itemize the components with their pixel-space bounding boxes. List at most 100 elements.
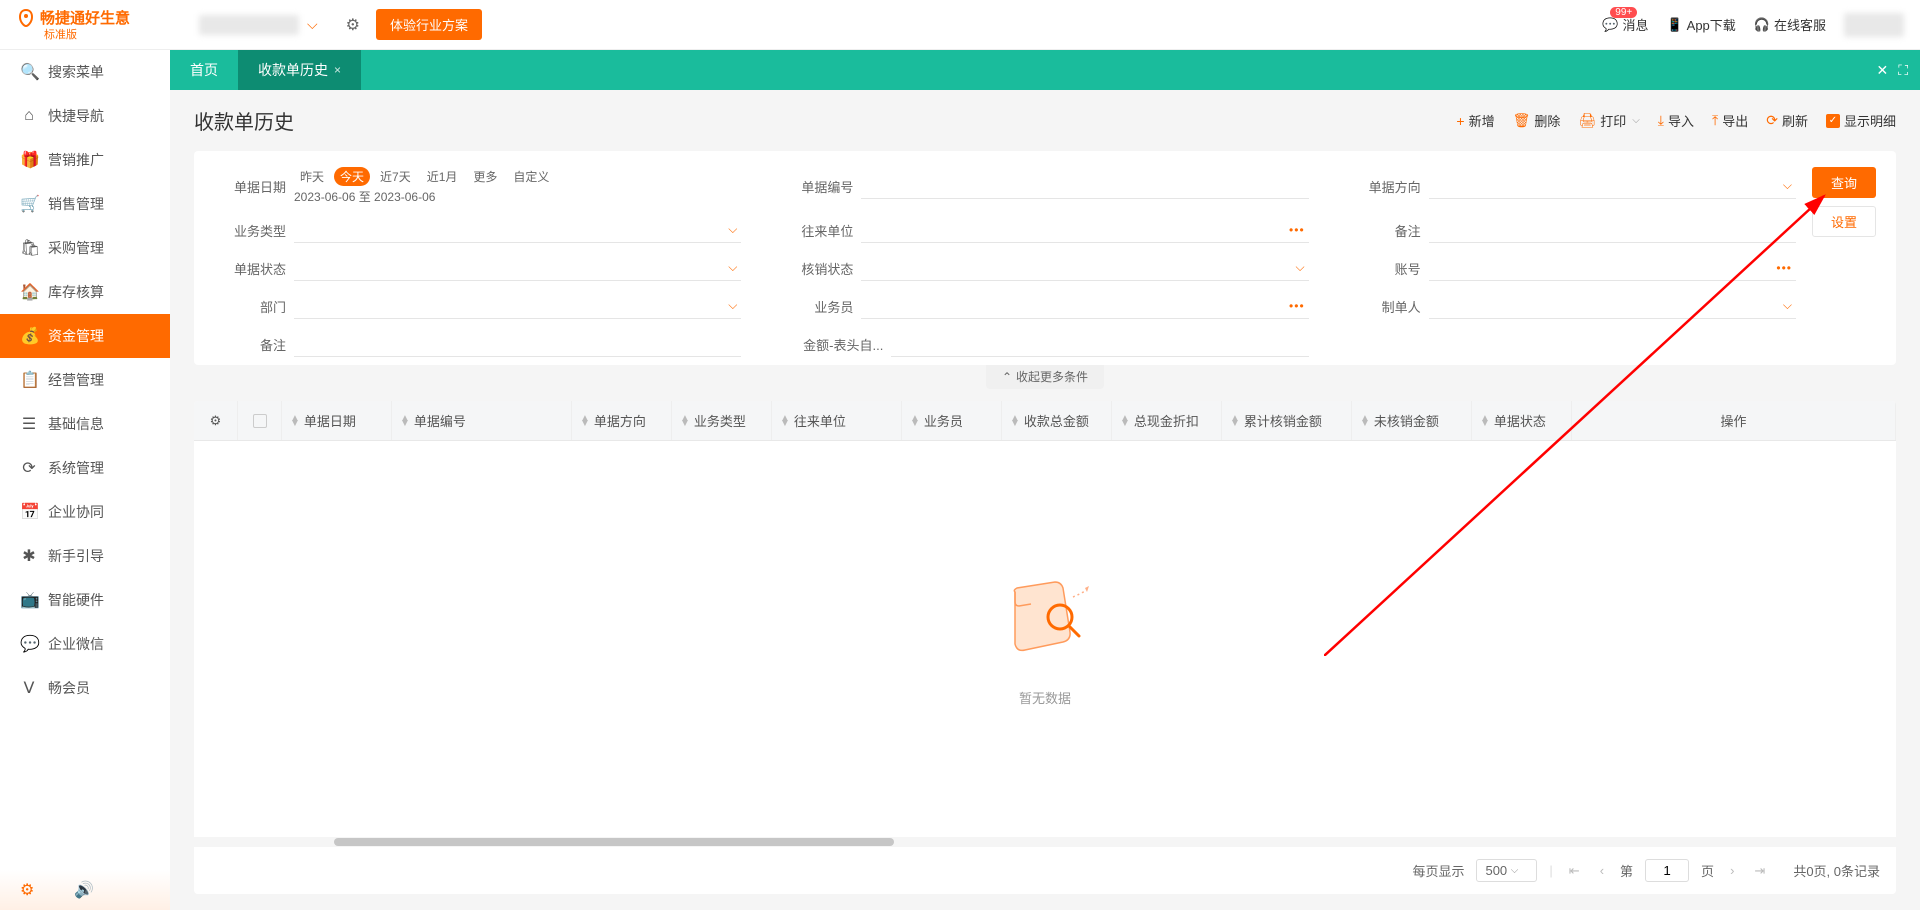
tab-0[interactable]: 首页 [170, 50, 238, 90]
prev-page-button[interactable]: ‹ [1596, 863, 1608, 878]
empty-icon [985, 572, 1105, 672]
chevron-down-icon[interactable]: ⌵ [1296, 260, 1305, 275]
col-whx-amount[interactable]: ▲▼未核销金额 [1352, 401, 1472, 440]
sidebar-item-label: 采购管理 [48, 238, 104, 258]
filter-partner-input[interactable] [861, 218, 1308, 241]
col-status[interactable]: ▲▼单据状态 [1472, 401, 1572, 440]
chevron-down-icon[interactable]: ⌵ [1783, 298, 1792, 313]
sidebar-item-13[interactable]: 💬企业微信 [0, 622, 170, 666]
user-avatar[interactable] [1844, 13, 1904, 37]
company-selector[interactable]: ⌵ [191, 11, 326, 39]
sidebar-icon: ⟳ [20, 458, 38, 478]
date-chip-0[interactable]: 昨天 [294, 167, 330, 186]
per-page-select[interactable]: 500 ⌵ [1476, 859, 1537, 882]
col-partner[interactable]: ▲▼往来单位 [772, 401, 902, 440]
export-button[interactable]: ⤒导出 [1712, 111, 1748, 130]
col-discount[interactable]: ▲▼总现金折扣 [1112, 401, 1222, 440]
filter-hx-status-input[interactable] [861, 256, 1308, 279]
sidebar-item-label: 基础信息 [48, 414, 104, 434]
filter-dept-input[interactable] [294, 294, 741, 317]
message-button[interactable]: 💬 消息 99+ [1602, 15, 1648, 34]
last-page-button[interactable]: ⇥ [1750, 863, 1769, 879]
sidebar-item-8[interactable]: ☰基础信息 [0, 402, 170, 446]
import-label: 导入 [1668, 111, 1694, 130]
speaker-icon[interactable]: 🔊 [74, 880, 94, 900]
more-icon[interactable]: ••• [1289, 223, 1305, 237]
sidebar-item-5[interactable]: 🏠库存核算 [0, 270, 170, 314]
filter-doc-no-input[interactable] [861, 174, 1308, 197]
more-icon[interactable]: ••• [1289, 299, 1305, 313]
col-ywy[interactable]: ▲▼业务员 [902, 401, 1002, 440]
trial-button[interactable]: 体验行业方案 [376, 9, 482, 40]
sidebar-item-4[interactable]: 🛍采购管理 [0, 226, 170, 270]
table-settings-column[interactable]: ⚙ [194, 401, 238, 440]
col-hx-amount[interactable]: ▲▼累计核销金额 [1222, 401, 1352, 440]
filter-ywy-input[interactable] [861, 294, 1308, 317]
filter-doc-dir-input[interactable] [1429, 174, 1796, 197]
chevron-down-icon[interactable]: ⌵ [728, 298, 737, 313]
col-type[interactable]: ▲▼业务类型 [672, 401, 772, 440]
settings-button[interactable]: 设置 [1812, 206, 1876, 237]
chevron-down-icon[interactable]: ⌵ [728, 260, 737, 275]
search-button[interactable]: 查询 [1812, 167, 1876, 198]
next-page-button[interactable]: › [1726, 863, 1738, 878]
print-button[interactable]: 🖨打印⌵ [1578, 111, 1639, 130]
filter-remark-input[interactable] [1429, 218, 1796, 241]
col-date[interactable]: ▲▼单据日期 [282, 401, 392, 440]
chevron-down-icon[interactable]: ⌵ [1783, 178, 1792, 193]
filter-doc-status-input[interactable] [294, 256, 741, 279]
col-dir[interactable]: ▲▼单据方向 [572, 401, 672, 440]
date-chip-3[interactable]: 近1月 [421, 167, 464, 186]
sidebar-item-12[interactable]: 📺智能硬件 [0, 578, 170, 622]
sidebar-item-1[interactable]: ⌂快捷导航 [0, 94, 170, 138]
import-button[interactable]: ⤓导入 [1658, 111, 1694, 130]
first-page-button[interactable]: ⇤ [1565, 863, 1584, 879]
close-icon[interactable]: × [334, 63, 341, 77]
col-docno[interactable]: ▲▼单据编号 [392, 401, 572, 440]
online-service-button[interactable]: 🎧 在线客服 [1754, 15, 1826, 34]
show-detail-toggle[interactable]: ✓显示明细 [1826, 111, 1896, 130]
page-input[interactable] [1645, 859, 1689, 882]
col-amount[interactable]: ▲▼收款总金额 [1002, 401, 1112, 440]
tabs-bar: 首页收款单历史× ✕ ⛶ [170, 50, 1920, 90]
filter-dept: 部门 ⌵ [214, 293, 741, 319]
table-select-all[interactable] [238, 401, 282, 440]
filter-remark: 备注 [1349, 217, 1876, 243]
horizontal-scrollbar[interactable] [194, 837, 1896, 847]
filter-biz-type-label: 业务类型 [214, 221, 294, 240]
app-download-button[interactable]: 📱 App下载 [1666, 15, 1735, 34]
date-chip-4[interactable]: 更多 [467, 167, 503, 186]
logo-text: 畅捷通好生意 [40, 7, 130, 28]
sidebar-item-3[interactable]: 🛒销售管理 [0, 182, 170, 226]
collapse-filters-button[interactable]: ⌃收起更多条件 [986, 364, 1104, 389]
filter-biz-type-input[interactable] [294, 218, 741, 241]
sidebar-item-2[interactable]: 🎁营销推广 [0, 138, 170, 182]
delete-button[interactable]: 🗑删除 [1513, 111, 1561, 130]
refresh-button[interactable]: ⟳刷新 [1766, 111, 1808, 130]
date-chip-1[interactable]: 今天 [334, 167, 370, 186]
close-all-icon[interactable]: ✕ [1876, 62, 1888, 79]
pagination: 每页显示 500 ⌵ | ⇤ ‹ 第 页 › ⇥ 共0页, 0条记录 [194, 847, 1896, 894]
gear-icon[interactable]: ⚙ [346, 15, 360, 35]
tab-1[interactable]: 收款单历史× [238, 50, 361, 90]
filter-amount-input[interactable] [891, 332, 1308, 355]
filter-account-input[interactable] [1429, 256, 1796, 279]
collapse-label: 收起更多条件 [1016, 368, 1088, 385]
sidebar-item-6[interactable]: 💰资金管理 [0, 314, 170, 358]
chevron-down-icon[interactable]: ⌵ [728, 222, 737, 237]
settings-icon[interactable]: ⚙ [20, 880, 34, 900]
sidebar-item-9[interactable]: ⟳系统管理 [0, 446, 170, 490]
filter-remark2-input[interactable] [294, 332, 741, 355]
date-chip-5[interactable]: 自定义 [507, 167, 555, 186]
sidebar-item-10[interactable]: 📅企业协同 [0, 490, 170, 534]
sidebar-item-0[interactable]: 🔍搜索菜单 [0, 50, 170, 94]
more-icon[interactable]: ••• [1776, 261, 1792, 275]
sidebar-item-7[interactable]: 📋经营管理 [0, 358, 170, 402]
fullscreen-icon[interactable]: ⛶ [1898, 62, 1908, 79]
filter-date-label: 单据日期 [214, 177, 294, 196]
date-chip-2[interactable]: 近7天 [374, 167, 417, 186]
sidebar-item-14[interactable]: Ⅴ畅会员 [0, 666, 170, 710]
filter-maker-input[interactable] [1429, 294, 1796, 317]
sidebar-item-11[interactable]: ✱新手引导 [0, 534, 170, 578]
add-button[interactable]: +新增 [1456, 111, 1494, 130]
